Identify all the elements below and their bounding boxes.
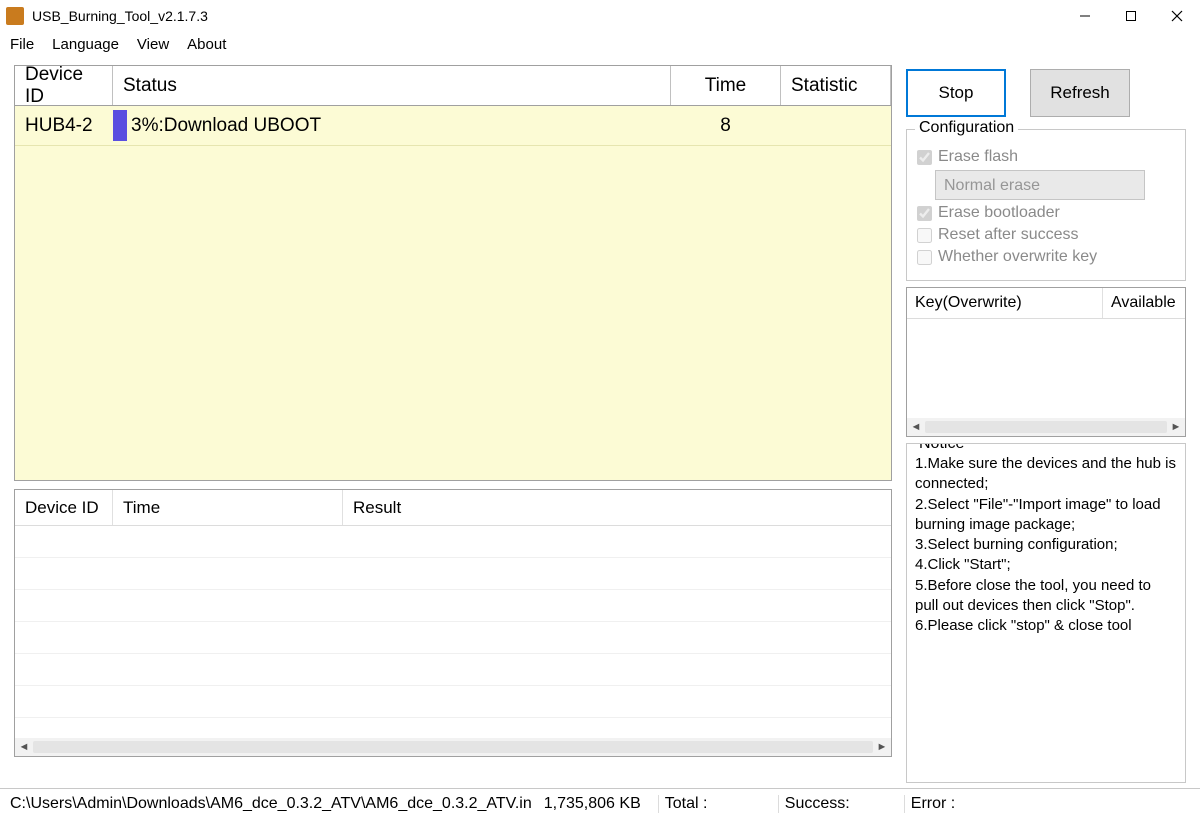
menu-view[interactable]: View <box>137 36 169 53</box>
notice-line: 1.Make sure the devices and the hub is c… <box>915 454 1177 495</box>
result-col-time[interactable]: Time <box>113 490 343 525</box>
result-row <box>15 558 891 590</box>
status-success: Success: <box>778 795 904 813</box>
result-col-result[interactable]: Result <box>343 490 891 525</box>
result-row <box>15 526 891 558</box>
notice-line: 5.Before close the tool, you need to pul… <box>915 576 1177 617</box>
reset-after-checkbox[interactable] <box>917 228 932 243</box>
scroll-track[interactable] <box>33 741 873 753</box>
device-col-statistic[interactable]: Statistic <box>781 66 891 105</box>
menubar: File Language View About <box>0 32 1200 61</box>
notice-legend: Notice <box>915 443 968 455</box>
result-table-header: Device ID Time Result <box>15 490 891 526</box>
result-row <box>15 590 891 622</box>
status-total: Total : <box>658 795 778 813</box>
key-scrollbar[interactable]: ◄ ► <box>907 418 1185 436</box>
window-title: USB_Burning_Tool_v2.1.7.3 <box>32 8 1062 24</box>
overwrite-key-checkbox[interactable] <box>917 250 932 265</box>
key-table-header: Key(Overwrite) Available <box>907 288 1185 319</box>
key-col-key[interactable]: Key(Overwrite) <box>907 288 1103 318</box>
app-icon <box>6 7 24 25</box>
status-size: 1,735,806 KB <box>538 795 658 813</box>
cfg-overwrite-key[interactable]: Whether overwrite key <box>917 248 1175 266</box>
scroll-right-icon[interactable]: ► <box>1169 421 1183 433</box>
menu-about[interactable]: About <box>187 36 226 53</box>
scroll-right-icon[interactable]: ► <box>875 741 889 753</box>
device-row-id: HUB4-2 <box>15 106 113 145</box>
result-row <box>15 622 891 654</box>
notice-line: 4.Click "Start"; <box>915 555 1177 575</box>
erase-bootloader-label: Erase bootloader <box>938 204 1060 222</box>
notice-line: 3.Select burning configuration; <box>915 535 1177 555</box>
action-buttons: Stop Refresh <box>906 65 1186 123</box>
device-row-status: 3%:Download UBOOT <box>113 106 671 145</box>
status-path: C:\Users\Admin\Downloads\AM6_dce_0.3.2_A… <box>4 795 538 813</box>
device-table-header: Device ID Status Time Statistic <box>15 66 891 106</box>
progress-indicator <box>113 110 127 141</box>
scroll-left-icon[interactable]: ◄ <box>909 421 923 433</box>
result-row <box>15 686 891 718</box>
device-table: Device ID Status Time Statistic HUB4-2 3… <box>14 65 892 481</box>
device-row-statistic <box>781 106 891 145</box>
erase-mode-select[interactable]: Normal erase <box>935 170 1145 200</box>
result-scrollbar[interactable]: ◄ ► <box>15 738 891 756</box>
notice-line: 2.Select "File"-"Import image" to load b… <box>915 495 1177 536</box>
key-table-body <box>907 319 1185 418</box>
maximize-button[interactable] <box>1108 0 1154 32</box>
erase-flash-checkbox[interactable] <box>917 150 932 165</box>
device-col-time[interactable]: Time <box>671 66 781 105</box>
result-row <box>15 654 891 686</box>
configuration-legend: Configuration <box>915 119 1018 137</box>
titlebar: USB_Burning_Tool_v2.1.7.3 <box>0 0 1200 32</box>
refresh-button[interactable]: Refresh <box>1030 69 1130 117</box>
cfg-reset-after[interactable]: Reset after success <box>917 226 1175 244</box>
menu-file[interactable]: File <box>10 36 34 53</box>
cfg-erase-bootloader[interactable]: Erase bootloader <box>917 204 1175 222</box>
key-table: Key(Overwrite) Available ◄ ► <box>906 287 1186 437</box>
erase-flash-label: Erase flash <box>938 148 1018 166</box>
key-col-available[interactable]: Available <box>1103 288 1185 318</box>
device-row-time: 8 <box>671 106 781 145</box>
notice-body: 1.Make sure the devices and the hub is c… <box>915 454 1177 636</box>
reset-after-label: Reset after success <box>938 226 1079 244</box>
notice-line: 6.Please click "stop" & close tool <box>915 616 1177 636</box>
window-buttons <box>1062 0 1200 32</box>
result-col-id[interactable]: Device ID <box>15 490 113 525</box>
cfg-erase-flash[interactable]: Erase flash <box>917 148 1175 166</box>
overwrite-key-label: Whether overwrite key <box>938 248 1097 266</box>
status-error: Error : <box>904 795 1196 813</box>
scroll-left-icon[interactable]: ◄ <box>17 741 31 753</box>
device-row[interactable]: HUB4-2 3%:Download UBOOT 8 <box>15 106 891 146</box>
statusbar: C:\Users\Admin\Downloads\AM6_dce_0.3.2_A… <box>0 788 1200 818</box>
scroll-track[interactable] <box>925 421 1167 433</box>
result-table-body <box>15 526 891 738</box>
stop-button[interactable]: Stop <box>906 69 1006 117</box>
menu-language[interactable]: Language <box>52 36 119 53</box>
erase-bootloader-checkbox[interactable] <box>917 206 932 221</box>
minimize-button[interactable] <box>1062 0 1108 32</box>
device-col-id[interactable]: Device ID <box>15 66 113 105</box>
close-button[interactable] <box>1154 0 1200 32</box>
notice-box: Notice 1.Make sure the devices and the h… <box>906 443 1186 783</box>
device-col-status[interactable]: Status <box>113 66 671 105</box>
device-row-status-text: 3%:Download UBOOT <box>131 115 321 137</box>
configuration-group: Configuration Erase flash Normal erase E… <box>906 129 1186 281</box>
result-table: Device ID Time Result ◄ ► <box>14 489 892 757</box>
